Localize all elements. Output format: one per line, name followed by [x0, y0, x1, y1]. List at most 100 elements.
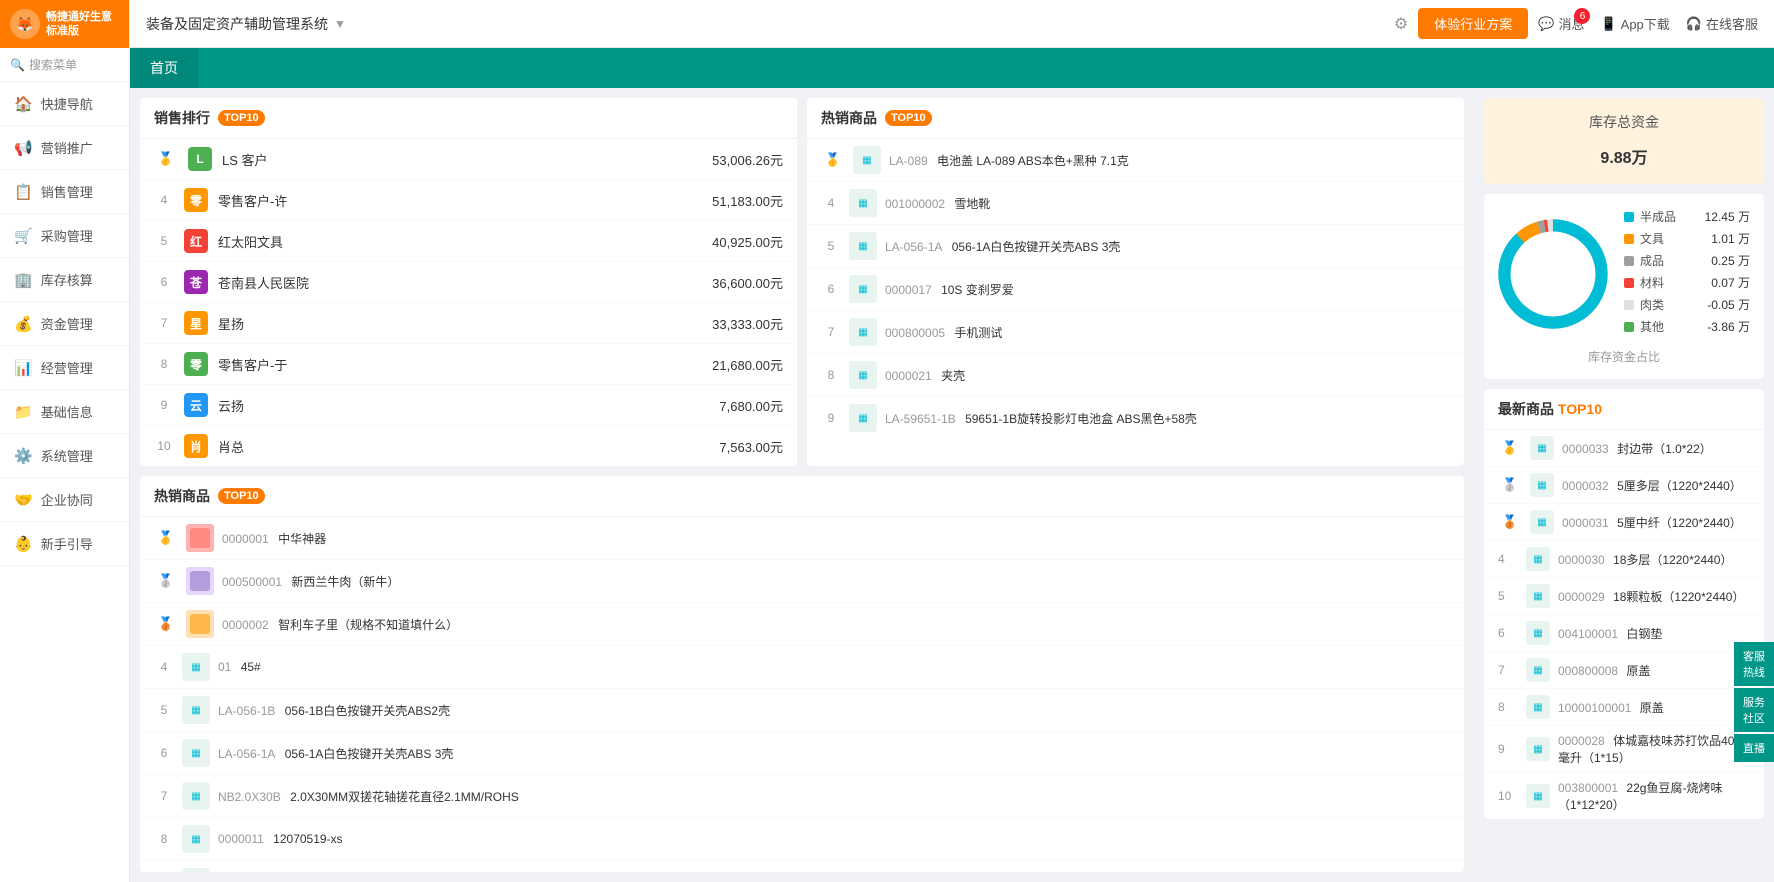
topbar: 装备及固定资产辅助管理系统 ▼ ⚙ 体验行业方案 💬 消息 6 📱 App下载 …: [130, 0, 1774, 48]
sales-ranking-badge: TOP10: [218, 110, 265, 126]
marketing-icon: 📢: [14, 139, 33, 157]
logo-icon: 🦊: [10, 9, 40, 39]
table-row: 10 肖 肖总 7,563.00元: [140, 426, 797, 466]
list-item: 9 ▦ KK-SD22110H 花语萌恒温分腿睡袋（厚款）: [140, 861, 1464, 872]
list-item: 5 ▦ LA-056-1A 056-1A白色按键开关壳ABS 3壳: [807, 225, 1464, 268]
hot-right-badge: TOP10: [885, 110, 932, 126]
legend-dot: [1624, 300, 1634, 310]
online-service-button[interactable]: 🎧 在线客服: [1686, 14, 1758, 33]
list-item: 6 ▦ LA-056-1A 056-1A白色按键开关壳ABS 3壳: [140, 732, 1464, 775]
donut-chart: [1498, 219, 1608, 329]
message-button[interactable]: 💬 消息 6: [1538, 14, 1584, 33]
list-item: 4 ▦ 01 45#: [140, 646, 1464, 689]
sidebar-item-marketing[interactable]: 📢 营销推广: [0, 126, 129, 170]
rank-num: 9: [821, 411, 841, 425]
list-item: 🥈 ▦ 0000032 5厘多层（1220*2440）: [1484, 467, 1764, 504]
medal: 🥈: [154, 573, 178, 589]
customer-service-button[interactable]: 客服热线: [1734, 642, 1774, 686]
list-item: 5 ▦ 0000029 18颗粒板（1220*2440）: [1484, 578, 1764, 615]
product-thumb: ▦: [849, 318, 877, 346]
product-info: 000500001 新西兰牛肉（新牛）: [222, 573, 1450, 590]
product-thumb: ▦: [182, 825, 210, 853]
product-info: LA-056-1B 056-1B白色按键开关壳ABS2壳: [218, 702, 1450, 719]
list-item: 🥇 ▦ LA-089 电池盖 LA-089 ABS本色+黑种 7.1克: [807, 139, 1464, 182]
inventory-card: 库存总资金 9.88万: [1484, 98, 1764, 184]
list-item: 🥇 0000001 中华神器: [140, 517, 1464, 560]
right-panel: 库存总资金 9.88万: [1474, 88, 1774, 882]
sidebar-search[interactable]: 🔍 搜索菜单: [0, 48, 129, 82]
float-buttons: 客服热线 服务社区 直播: [1734, 642, 1774, 762]
sidebar-item-purchase[interactable]: 🛒 采购管理: [0, 214, 129, 258]
product-thumb: ▦: [1526, 621, 1550, 645]
chart-legend: 半成品 12.45 万 文具 1.01 万 成品 0.25 万: [1624, 208, 1750, 340]
sidebar-item-home[interactable]: 🏠 快捷导航: [0, 82, 129, 126]
sidebar-item-sales[interactable]: 📋 销售管理: [0, 170, 129, 214]
operations-icon: 📊: [14, 359, 33, 377]
rank-num: 8: [154, 832, 174, 846]
live-stream-button[interactable]: 直播: [1734, 734, 1774, 762]
table-row: 9 云 云扬 7,680.00元: [140, 385, 797, 426]
product-info: LA-089 电池盖 LA-089 ABS本色+黑种 7.1克: [889, 152, 1450, 169]
message-badge: 6: [1574, 8, 1590, 24]
legend-dot: [1624, 212, 1634, 222]
inventory-chart-section: 半成品 12.45 万 文具 1.01 万 成品 0.25 万: [1484, 194, 1764, 379]
main-area: 装备及固定资产辅助管理系统 ▼ ⚙ 体验行业方案 💬 消息 6 📱 App下载 …: [130, 0, 1774, 882]
rank-num: 7: [154, 789, 174, 803]
medal: 🥉: [1498, 514, 1522, 530]
customer-amount: 7,563.00元: [719, 437, 783, 456]
app-download-button[interactable]: 📱 App下载: [1600, 14, 1669, 33]
sidebar-item-finance[interactable]: 💰 资金管理: [0, 302, 129, 346]
legend-dot: [1624, 256, 1634, 266]
table-row: 5 红 红太阳文具 40,925.00元: [140, 221, 797, 262]
product-info: LA-056-1A 056-1A白色按键开关壳ABS 3壳: [885, 238, 1450, 255]
customer-name: 苍南县人民医院: [218, 273, 702, 292]
sales-ranking-table: 🥇 L LS 客户 53,006.26元 4 零 零售客户-许 51,183.0…: [140, 139, 797, 466]
sidebar-item-beginner[interactable]: 👶 新手引导: [0, 522, 129, 566]
rank-num: 8: [821, 368, 841, 382]
rank-num: 4: [1498, 552, 1518, 566]
list-item: 7 ▦ NB2.0X30B 2.0X30MM双搓花轴搓花直径2.1MM/ROHS: [140, 775, 1464, 818]
customer-name: 云扬: [218, 396, 709, 415]
rank-num: 9: [154, 398, 174, 412]
legend-dot: [1624, 278, 1634, 288]
product-info: 0000021 夹壳: [885, 367, 1450, 384]
product-thumb: ▦: [849, 275, 877, 303]
gear-icon[interactable]: ⚙: [1394, 14, 1408, 34]
rank-num: 4: [154, 660, 174, 674]
product-thumb: ▦: [1530, 436, 1554, 460]
product-thumb: ▦: [1526, 584, 1550, 608]
hot-products-panel: 热销商品 TOP10 🥇 0000001 中华神器: [140, 476, 1464, 872]
product-info: 0000029 18颗粒板（1220*2440）: [1558, 588, 1750, 605]
avatar: 星: [184, 311, 208, 335]
legend-item-finished: 成品 0.25 万: [1624, 252, 1750, 269]
phone-icon: 📱: [1600, 16, 1616, 32]
customer-name: 零售客户-于: [218, 355, 702, 374]
product-thumb: ▦: [1526, 547, 1550, 571]
customer-amount: 36,600.00元: [712, 273, 783, 292]
trial-button[interactable]: 体验行业方案: [1418, 8, 1528, 39]
medal-1: 🥇: [154, 151, 178, 167]
customer-amount: 51,183.00元: [712, 191, 783, 210]
inventory-value: 9.88万: [1498, 138, 1750, 170]
inventory-icon: 🏢: [14, 271, 33, 289]
tab-home[interactable]: 首页: [130, 48, 198, 88]
medal: 🥈: [1498, 477, 1522, 493]
rank-num: 6: [154, 275, 174, 289]
rank-num: 4: [821, 196, 841, 210]
customer-name: 红太阳文具: [218, 232, 702, 251]
sidebar-item-enterprise[interactable]: 🤝 企业协同: [0, 478, 129, 522]
sales-icon: 📋: [14, 183, 33, 201]
rank-num: 10: [1498, 789, 1518, 803]
logo-text: 畅捷通好生意 标准版: [46, 10, 112, 39]
table-row: 4 零 零售客户-许 51,183.00元: [140, 180, 797, 221]
sidebar-item-basic-info[interactable]: 📁 基础信息: [0, 390, 129, 434]
newest-top-label: TOP10: [1558, 401, 1602, 417]
chevron-down-icon[interactable]: ▼: [334, 17, 346, 31]
service-community-button[interactable]: 服务社区: [1734, 688, 1774, 732]
rank-num: 9: [1498, 742, 1518, 756]
sidebar-item-inventory[interactable]: 🏢 库存核算: [0, 258, 129, 302]
sidebar-item-operations[interactable]: 📊 经营管理: [0, 346, 129, 390]
product-thumb: ▦: [849, 232, 877, 260]
rank-num: 5: [154, 234, 174, 248]
sidebar-item-system[interactable]: ⚙️ 系统管理: [0, 434, 129, 478]
